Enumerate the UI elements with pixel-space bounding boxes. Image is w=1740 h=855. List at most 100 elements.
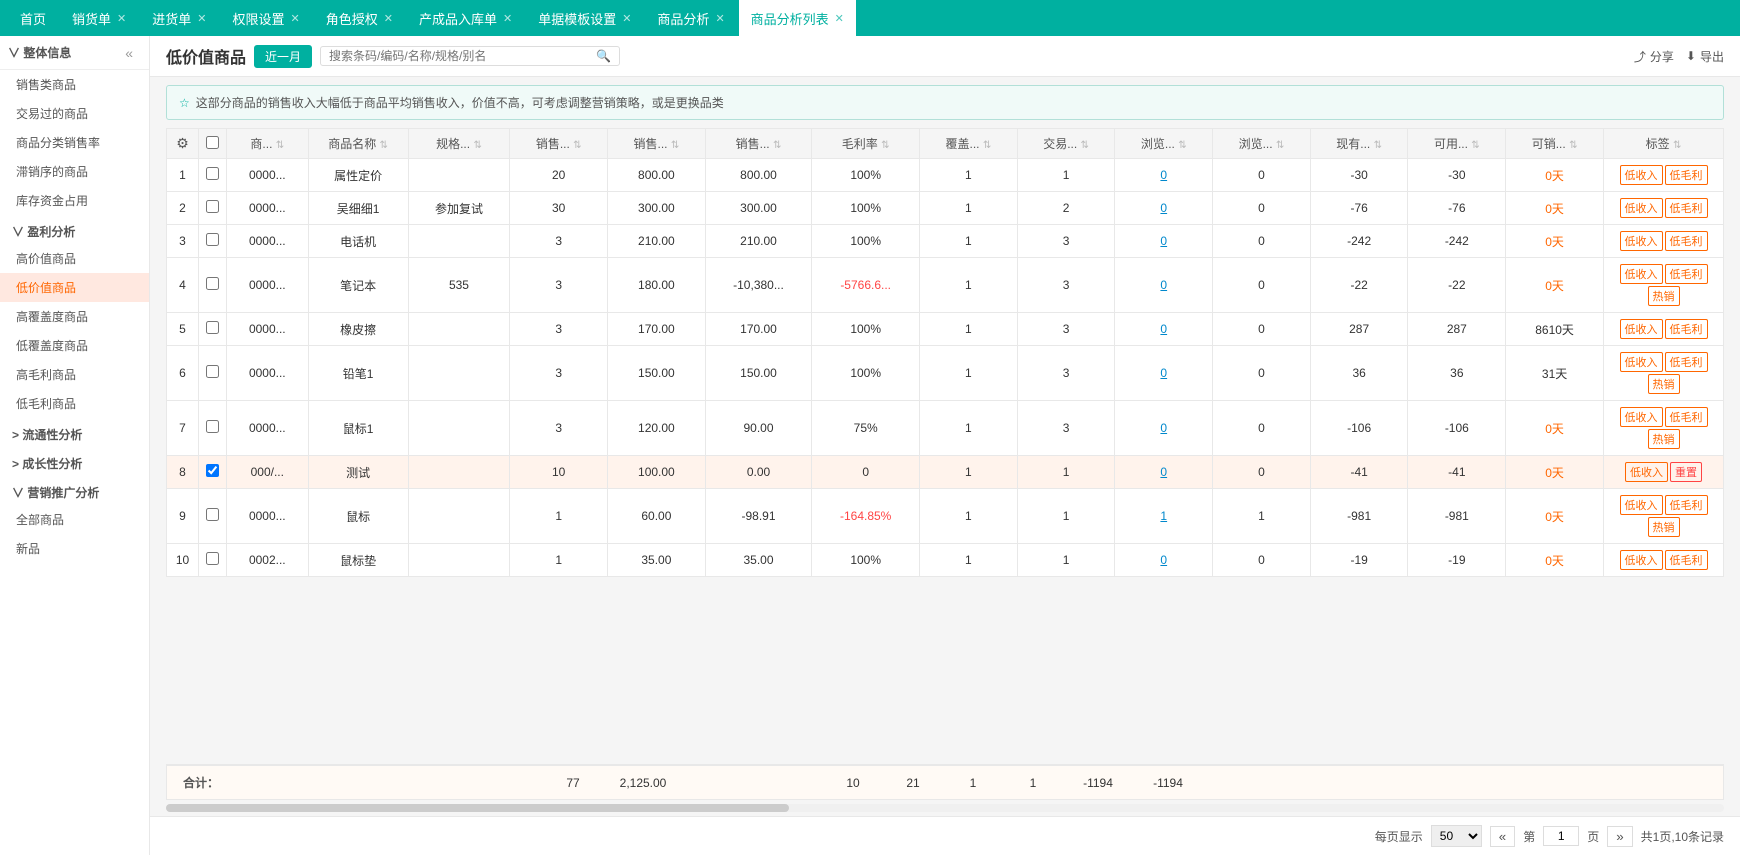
browse-link[interactable]: 0 — [1160, 234, 1167, 248]
footer-trade: 21 — [883, 776, 943, 790]
nav-product-analysis[interactable]: 商品分析 ✕ — [645, 0, 736, 36]
browse-link[interactable]: 0 — [1160, 278, 1167, 292]
cell-checkbox[interactable] — [199, 346, 227, 401]
close-icon[interactable]: ✕ — [835, 12, 844, 25]
cell-available: -981 — [1408, 489, 1506, 544]
row-checkbox[interactable] — [206, 200, 219, 213]
close-icon[interactable]: ✕ — [384, 12, 393, 25]
first-page-btn[interactable]: « — [1490, 826, 1515, 847]
page-size-select[interactable]: 50 100 — [1431, 825, 1482, 847]
scrollbar-thumb[interactable] — [166, 804, 789, 812]
sidebar-group-overall[interactable]: ∨ 整体信息 — [8, 40, 71, 65]
nav-product-in[interactable]: 产成品入库单 ✕ — [407, 0, 524, 36]
sidebar-group-profit[interactable]: ∨ 盈利分析 — [0, 215, 149, 244]
close-icon[interactable]: ✕ — [715, 12, 724, 25]
sidebar-item-new[interactable]: 新品 — [0, 534, 149, 563]
sidebar-collapse-btn[interactable]: « — [117, 41, 141, 65]
cell-checkbox[interactable] — [199, 159, 227, 192]
horizontal-scrollbar[interactable] — [166, 804, 1724, 812]
next-page-btn[interactable]: » — [1607, 826, 1632, 847]
sidebar-item-sales-goods[interactable]: 销售类商品 — [0, 70, 149, 99]
nav-role[interactable]: 角色授权 ✕ — [314, 0, 405, 36]
col-gear[interactable]: ⚙ — [167, 129, 199, 159]
row-checkbox[interactable] — [206, 464, 219, 477]
sidebar-group-flow[interactable]: > 流通性分析 — [0, 418, 149, 447]
cell-browse1[interactable]: 0 — [1115, 313, 1213, 346]
sidebar-group-growth[interactable]: > 成长性分析 — [0, 447, 149, 476]
browse-link[interactable]: 0 — [1160, 201, 1167, 215]
close-icon[interactable]: ✕ — [197, 12, 206, 25]
browse-link[interactable]: 0 — [1160, 465, 1167, 479]
sidebar-item-traded[interactable]: 交易过的商品 — [0, 99, 149, 128]
row-checkbox[interactable] — [206, 365, 219, 378]
sidebar-item-inventory[interactable]: 库存资金占用 — [0, 186, 149, 215]
sidebar-item-high-value[interactable]: 高价值商品 — [0, 244, 149, 273]
sidebar-item-low-coverage[interactable]: 低覆盖度商品 — [0, 331, 149, 360]
nav-product-analysis-list[interactable]: 商品分析列表 ✕ — [739, 0, 856, 36]
cell-browse1[interactable]: 0 — [1115, 401, 1213, 456]
sidebar-item-slow[interactable]: 滞销序的商品 — [0, 157, 149, 186]
sidebar-item-high-coverage[interactable]: 高覆盖度商品 — [0, 302, 149, 331]
sidebar-item-low-margin[interactable]: 低毛利商品 — [0, 389, 149, 418]
row-checkbox[interactable] — [206, 321, 219, 334]
browse-link[interactable]: 0 — [1160, 421, 1167, 435]
cell-checkbox[interactable] — [199, 313, 227, 346]
cell-amount: 90.00 — [705, 401, 812, 456]
export-button[interactable]: ⬇ 导出 — [1686, 48, 1724, 65]
browse-link[interactable]: 0 — [1160, 366, 1167, 380]
search-icon[interactable]: 🔍 — [596, 49, 611, 63]
row-checkbox[interactable] — [206, 277, 219, 290]
cell-browse1[interactable]: 0 — [1115, 159, 1213, 192]
sidebar-item-all[interactable]: 全部商品 — [0, 505, 149, 534]
row-checkbox[interactable] — [206, 508, 219, 521]
cell-checkbox[interactable] — [199, 258, 227, 313]
browse-link[interactable]: 0 — [1160, 168, 1167, 182]
cell-available: -76 — [1408, 192, 1506, 225]
close-icon[interactable]: ✕ — [503, 12, 512, 25]
cell-checkbox[interactable] — [199, 544, 227, 577]
cell-checkbox[interactable] — [199, 489, 227, 544]
cell-browse1[interactable]: 0 — [1115, 192, 1213, 225]
cell-browse1[interactable]: 1 — [1115, 489, 1213, 544]
col-checkbox-all[interactable] — [199, 129, 227, 159]
close-icon[interactable]: ✕ — [622, 12, 631, 25]
cell-browse1[interactable]: 0 — [1115, 544, 1213, 577]
row-checkbox[interactable] — [206, 420, 219, 433]
tag-label: 热销 — [1648, 286, 1680, 306]
nav-permission[interactable]: 权限设置 ✕ — [220, 0, 311, 36]
page-number-input[interactable] — [1543, 826, 1579, 846]
row-checkbox[interactable] — [206, 167, 219, 180]
sidebar-item-category-rate[interactable]: 商品分类销售率 — [0, 128, 149, 157]
nav-template[interactable]: 单据模板设置 ✕ — [526, 0, 643, 36]
cell-browse1[interactable]: 0 — [1115, 225, 1213, 258]
cell-browse1[interactable]: 0 — [1115, 258, 1213, 313]
filter-recent-month[interactable]: 近一月 — [254, 45, 312, 68]
select-all-checkbox[interactable] — [206, 136, 219, 149]
share-button[interactable]: ⤴ 分享 — [1634, 48, 1674, 65]
cell-qty: 3 — [510, 401, 608, 456]
cell-gear: 3 — [167, 225, 199, 258]
sidebar-group-marketing[interactable]: ∨ 营销推广分析 — [0, 476, 149, 505]
nav-home[interactable]: 首页 — [8, 0, 58, 36]
cell-checkbox[interactable] — [199, 401, 227, 456]
nav-purchase[interactable]: 进货单 ✕ — [140, 0, 218, 36]
sidebar-item-low-value[interactable]: 低价值商品 — [0, 273, 149, 302]
search-input[interactable] — [329, 49, 592, 63]
browse-link[interactable]: 0 — [1160, 322, 1167, 336]
cell-checkbox[interactable] — [199, 456, 227, 489]
close-icon[interactable]: ✕ — [117, 12, 126, 25]
row-checkbox[interactable] — [206, 552, 219, 565]
cell-amount: 210.00 — [705, 225, 812, 258]
cell-checkbox[interactable] — [199, 192, 227, 225]
nav-sales[interactable]: 销货单 ✕ — [60, 0, 138, 36]
cell-browse1[interactable]: 0 — [1115, 346, 1213, 401]
browse-link[interactable]: 0 — [1160, 553, 1167, 567]
sidebar-item-high-margin[interactable]: 高毛利商品 — [0, 360, 149, 389]
browse-link[interactable]: 1 — [1160, 509, 1167, 523]
cell-browse1[interactable]: 0 — [1115, 456, 1213, 489]
cell-checkbox[interactable] — [199, 225, 227, 258]
row-checkbox[interactable] — [206, 233, 219, 246]
tag-label: 热销 — [1648, 429, 1680, 449]
cell-name: 测试 — [308, 456, 408, 489]
close-icon[interactable]: ✕ — [291, 12, 300, 25]
